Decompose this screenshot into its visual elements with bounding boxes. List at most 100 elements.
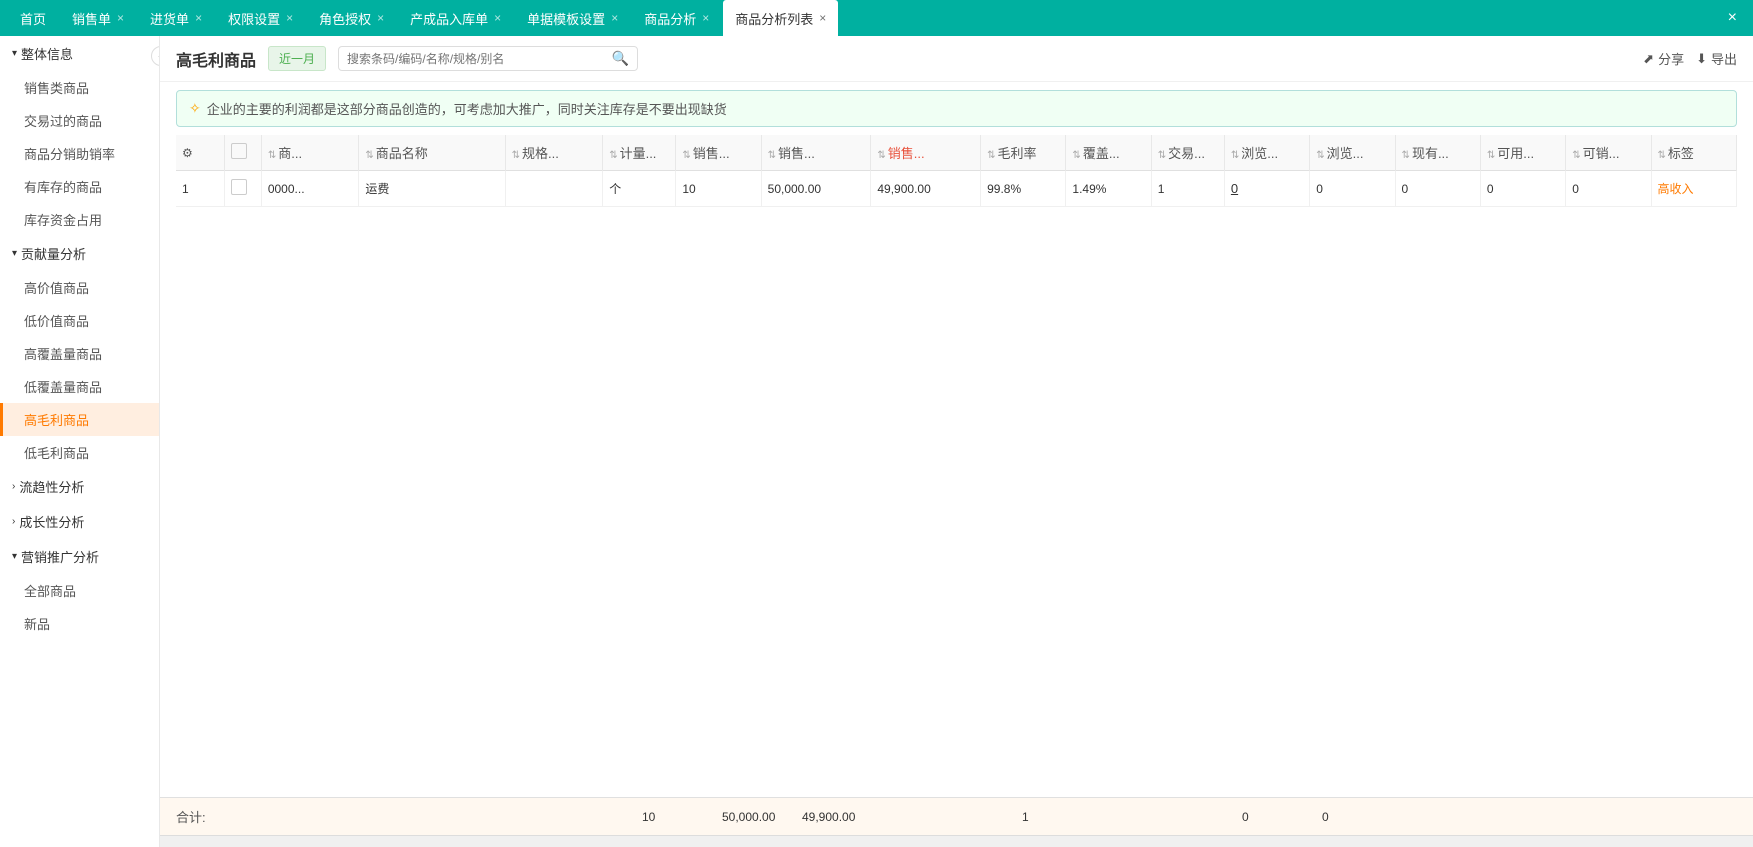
header-actions: ⬈ 分享 ⬇ 导出 (1643, 49, 1737, 68)
close-role-tab[interactable]: × (377, 11, 384, 25)
sidebar-item-distribution-rate[interactable]: 商品分销助销率 (0, 137, 159, 170)
search-box: 🔍 (338, 46, 638, 71)
th-stock1[interactable]: ⇅现有... (1395, 135, 1480, 171)
footer-bar: 合计: 10 50,000.00 49,900.00 1 0 0 (160, 797, 1753, 835)
cell-num: 1 (176, 171, 225, 207)
search-icon[interactable]: 🔍 (612, 50, 629, 67)
content-area: 高毛利商品 近一月 🔍 ⬈ 分享 ⬇ 导出 ✧ 企业的主要的利润都是这部分商品创… (160, 36, 1753, 847)
th-spec[interactable]: ⇅规格... (505, 135, 603, 171)
close-product-in-tab[interactable]: × (494, 11, 501, 25)
footer-sale-qty: 10 (636, 810, 716, 824)
info-banner: ✧ 企业的主要的利润都是这部分商品创造的，可考虑加大推广，同时关注库存是不要出现… (176, 90, 1737, 127)
sidebar-item-high-margin[interactable]: 高毛利商品 (0, 403, 159, 436)
th-stock2[interactable]: ⇅可用... (1480, 135, 1565, 171)
th-code[interactable]: ⇅商... (261, 135, 359, 171)
nav-sales[interactable]: 销售单 × (60, 0, 136, 36)
footer-label: 合计: (176, 807, 226, 826)
th-unit[interactable]: ⇅计量... (603, 135, 676, 171)
page-title: 高毛利商品 (176, 47, 256, 71)
close-permission-tab[interactable]: × (286, 11, 293, 25)
sidebar-item-low-value[interactable]: 低价值商品 (0, 304, 159, 337)
nav-analysis[interactable]: 商品分析 × (632, 0, 721, 36)
cell-sale-amount: 50,000.00 (761, 171, 871, 207)
share-icon: ⬈ (1643, 51, 1654, 67)
cell-transaction: 1 (1151, 171, 1224, 207)
nav-purchase[interactable]: 进货单 × (138, 0, 214, 36)
info-icon: ✧ (189, 100, 201, 117)
sidebar-item-new-goods[interactable]: 新品 (0, 607, 159, 640)
sidebar-group-contribution[interactable]: ▾ 贡献量分析 (0, 236, 159, 271)
cell-check[interactable] (225, 171, 262, 207)
nav-permission[interactable]: 权限设置 × (216, 0, 305, 36)
th-tag[interactable]: ⇅标签 (1651, 135, 1736, 171)
cell-margin-rate: 99.8% (981, 171, 1066, 207)
sidebar-group-overall[interactable]: ▾ 整体信息 (0, 36, 159, 71)
nav-analysis-list[interactable]: 商品分析列表 × (723, 0, 838, 36)
sidebar-item-sale-goods[interactable]: 销售类商品 (0, 71, 159, 104)
nav-home[interactable]: 首页 (8, 0, 58, 36)
sidebar-item-high-coverage[interactable]: 高覆盖量商品 (0, 337, 159, 370)
window-close-button[interactable]: × (1720, 9, 1745, 27)
sidebar: « ▾ 整体信息 销售类商品 交易过的商品 商品分销助销率 有库存的商品 库存资… (0, 36, 160, 847)
bottom-scrollbar[interactable] (160, 835, 1753, 847)
footer-sale-profit: 49,900.00 (796, 810, 876, 824)
search-input[interactable] (347, 52, 612, 66)
nav-role[interactable]: 角色授权 × (307, 0, 396, 36)
cell-stock3: 0 (1566, 171, 1651, 207)
sidebar-item-low-coverage[interactable]: 低覆盖量商品 (0, 370, 159, 403)
sidebar-item-stock-goods[interactable]: 有库存的商品 (0, 170, 159, 203)
arrow-trend: › (12, 481, 15, 492)
sidebar-group-trend[interactable]: › 流趋性分析 (0, 469, 159, 504)
close-purchase-tab[interactable]: × (195, 11, 202, 25)
arrow-marketing: ▾ (12, 551, 17, 562)
th-check[interactable] (225, 135, 262, 171)
th-sale-amount[interactable]: ⇅销售... (761, 135, 871, 171)
sidebar-group-marketing[interactable]: ▾ 营销推广分析 (0, 539, 159, 574)
export-button[interactable]: ⬇ 导出 (1696, 49, 1737, 68)
sidebar-item-low-margin[interactable]: 低毛利商品 (0, 436, 159, 469)
cell-spec (505, 171, 603, 207)
close-template-tab[interactable]: × (611, 11, 618, 25)
footer-stock2: 0 (1316, 810, 1396, 824)
th-coverage[interactable]: ⇅覆盖... (1066, 135, 1151, 171)
footer-transaction: 1 (1016, 810, 1096, 824)
arrow-growth: › (12, 516, 15, 527)
table-body: 1 0000... 运费 个 10 50,000.00 49,900.00 99… (176, 171, 1737, 207)
th-browse2[interactable]: ⇅浏览... (1310, 135, 1395, 171)
close-analysis-tab[interactable]: × (702, 11, 709, 25)
table-wrapper: ⚙ ⇅商... ⇅商品名称 ⇅规格... ⇅计量... ⇅销售... ⇅销售..… (160, 135, 1753, 797)
nav-product-in[interactable]: 产成品入库单 × (398, 0, 513, 36)
sidebar-item-high-value[interactable]: 高价值商品 (0, 271, 159, 304)
main-layout: « ▾ 整体信息 销售类商品 交易过的商品 商品分销助销率 有库存的商品 库存资… (0, 36, 1753, 847)
th-margin-rate[interactable]: ⇅毛利率 (981, 135, 1066, 171)
th-sale-profit[interactable]: ⇅销售... (871, 135, 981, 171)
cell-unit: 个 (603, 171, 676, 207)
th-sale-qty[interactable]: ⇅销售... (676, 135, 761, 171)
table-header-row: ⚙ ⇅商... ⇅商品名称 ⇅规格... ⇅计量... ⇅销售... ⇅销售..… (176, 135, 1737, 171)
th-stock3[interactable]: ⇅可销... (1566, 135, 1651, 171)
cell-sale-profit: 49,900.00 (871, 171, 981, 207)
cell-browse1[interactable]: 0 (1224, 171, 1309, 207)
data-table: ⚙ ⇅商... ⇅商品名称 ⇅规格... ⇅计量... ⇅销售... ⇅销售..… (176, 135, 1737, 207)
sidebar-item-stock-capital[interactable]: 库存资金占用 (0, 203, 159, 236)
footer-sale-amount: 50,000.00 (716, 810, 796, 824)
share-button[interactable]: ⬈ 分享 (1643, 49, 1684, 68)
table-row: 1 0000... 运费 个 10 50,000.00 49,900.00 99… (176, 171, 1737, 207)
cell-browse2: 0 (1310, 171, 1395, 207)
nav-template[interactable]: 单据模板设置 × (515, 0, 630, 36)
th-browse1[interactable]: ⇅浏览... (1224, 135, 1309, 171)
sidebar-item-all-goods[interactable]: 全部商品 (0, 574, 159, 607)
close-analysis-list-tab[interactable]: × (819, 11, 826, 25)
close-sales-tab[interactable]: × (117, 11, 124, 25)
cell-sale-qty: 10 (676, 171, 761, 207)
cell-stock2: 0 (1480, 171, 1565, 207)
footer-stock1: 0 (1236, 810, 1316, 824)
sidebar-item-traded-goods[interactable]: 交易过的商品 (0, 104, 159, 137)
th-name[interactable]: ⇅商品名称 (359, 135, 505, 171)
cell-name: 运费 (359, 171, 505, 207)
sidebar-group-growth[interactable]: › 成长性分析 (0, 504, 159, 539)
th-settings[interactable]: ⚙ (176, 135, 225, 171)
filter-recent-month-button[interactable]: 近一月 (268, 46, 326, 71)
th-transaction[interactable]: ⇅交易... (1151, 135, 1224, 171)
cell-tag: 高收入 (1651, 171, 1736, 207)
